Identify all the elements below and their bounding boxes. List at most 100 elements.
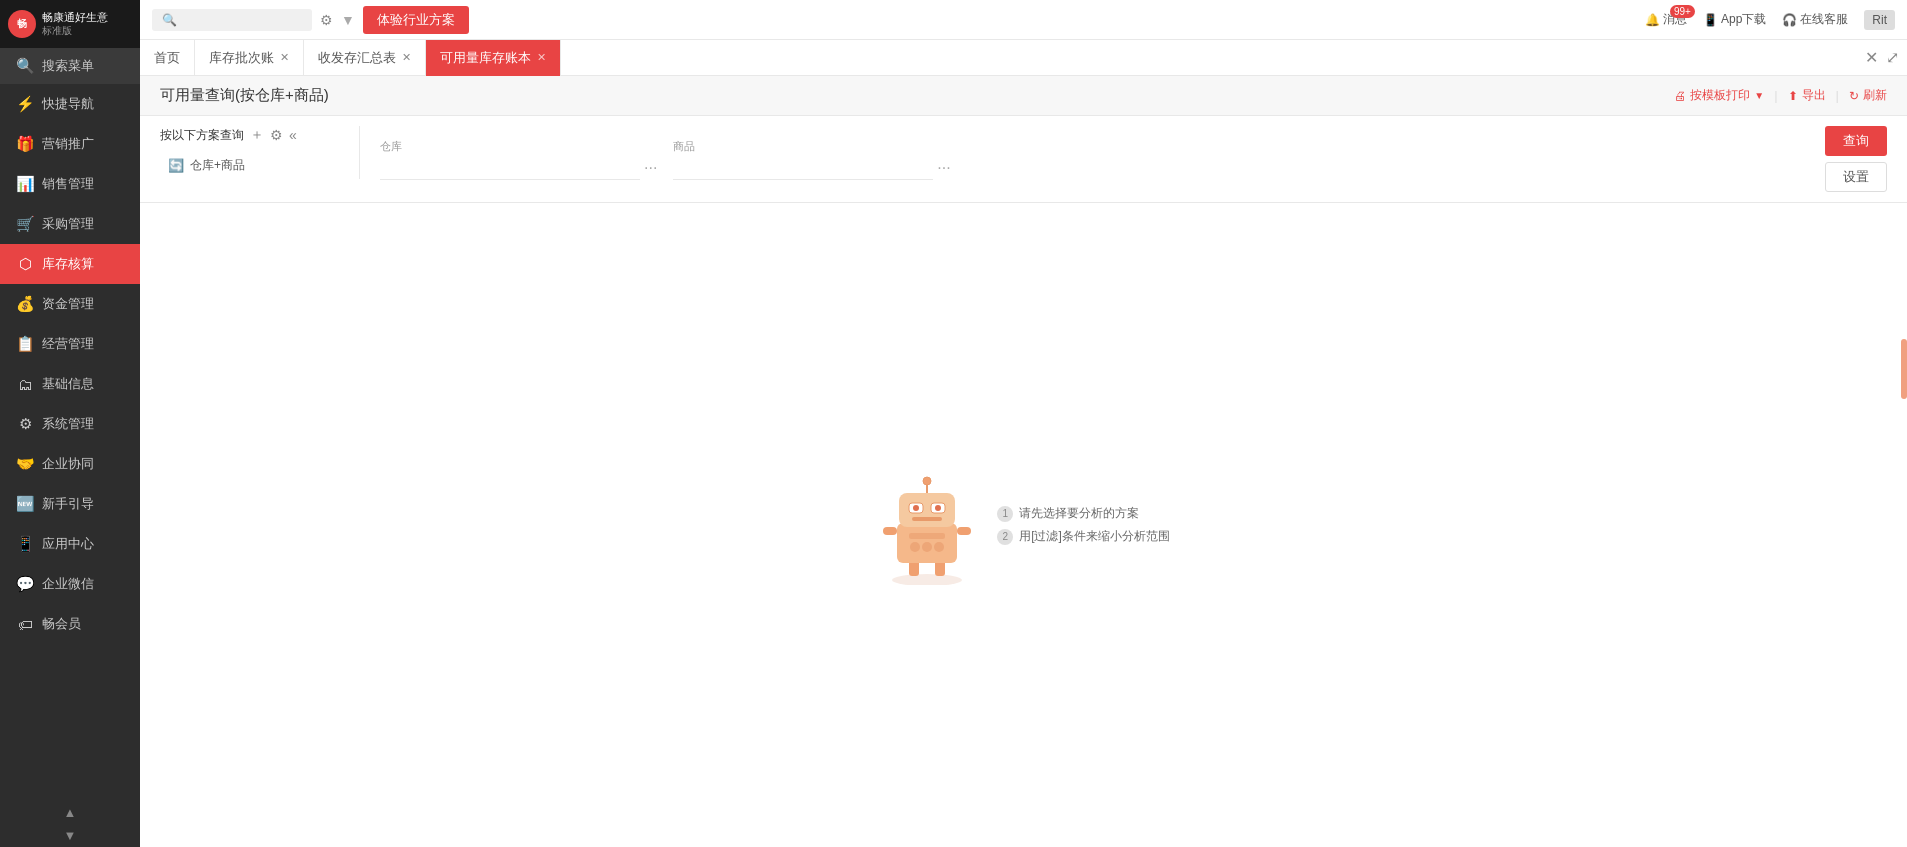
- export-btn[interactable]: ⬆ 导出: [1788, 87, 1826, 104]
- sidebar: 畅 畅康通好生意 标准版 🔍 搜索菜单 ⚡ 快捷导航 🎁 营销推广 📊 销售管理…: [0, 0, 140, 847]
- tab-close-summary[interactable]: ✕: [402, 51, 411, 64]
- sidebar-item-label: 销售管理: [42, 175, 94, 193]
- sidebar-item-sales[interactable]: 📊 销售管理: [0, 164, 140, 204]
- sidebar-item-label: 新手引导: [42, 495, 94, 513]
- filter-scheme-header: 按以下方案查询 ＋ ⚙ «: [160, 126, 343, 144]
- hint-2: 2 用[过滤]条件来缩小分析范围: [997, 528, 1170, 545]
- sidebar-item-basic[interactable]: 🗂 基础信息: [0, 364, 140, 404]
- tab-batch[interactable]: 库存批次账 ✕: [195, 40, 304, 76]
- sidebar-item-member[interactable]: 🏷 畅会员: [0, 604, 140, 644]
- svg-point-17: [934, 542, 944, 552]
- hint-text-2: 用[过滤]条件来缩小分析范围: [1019, 528, 1170, 545]
- filter-action-buttons: 查询 设置: [1815, 126, 1887, 192]
- scheme-label: 仓库+商品: [190, 157, 245, 174]
- empty-state: 1 请先选择要分析的方案 2 用[过滤]条件来缩小分析范围: [877, 475, 1170, 575]
- scheme-header-label: 按以下方案查询: [160, 127, 244, 144]
- scheme-warehouse-product[interactable]: 🔄 仓库+商品: [160, 152, 343, 179]
- sidebar-item-coop[interactable]: 🤝 企业协同: [0, 444, 140, 484]
- main-content: 🔍 ⚙ ▼ 体验行业方案 🔔 消息 99+ 📱 App下载 🎧 在线客服 Rit: [140, 0, 1907, 847]
- hint-1: 1 请先选择要分析的方案: [997, 505, 1170, 522]
- sidebar-item-label: 采购管理: [42, 215, 94, 233]
- tag-icon: 🏷: [16, 616, 34, 633]
- svg-point-0: [892, 574, 962, 585]
- sidebar-item-wechat[interactable]: 💬 企业微信: [0, 564, 140, 604]
- query-btn[interactable]: 查询: [1825, 126, 1887, 156]
- tab-close-available[interactable]: ✕: [537, 51, 546, 64]
- tab-summary[interactable]: 收发存汇总表 ✕: [304, 40, 426, 76]
- cart-icon: 🛒: [16, 215, 34, 233]
- headset-icon: 🎧: [1782, 13, 1797, 27]
- sidebar-logo: 畅: [8, 10, 36, 38]
- collapse-scheme-btn[interactable]: «: [289, 127, 297, 143]
- sidebar-item-finance[interactable]: 💰 资金管理: [0, 284, 140, 324]
- industry-btn[interactable]: 体验行业方案: [363, 6, 469, 34]
- money-icon: 💰: [16, 295, 34, 313]
- tab-available[interactable]: 可用量库存账本 ✕: [426, 40, 561, 76]
- refresh-icon: ↻: [1849, 89, 1859, 103]
- topbar: 🔍 ⚙ ▼ 体验行业方案 🔔 消息 99+ 📱 App下载 🎧 在线客服 Rit: [140, 0, 1907, 40]
- refresh-btn[interactable]: ↻ 刷新: [1849, 87, 1887, 104]
- svg-rect-5: [957, 527, 971, 535]
- user-avatar[interactable]: Rit: [1864, 10, 1895, 30]
- product-input-row: ···: [673, 156, 950, 180]
- printer-icon: 🖨: [1674, 89, 1686, 103]
- sidebar-item-label: 企业协同: [42, 455, 94, 473]
- sidebar-search-item[interactable]: 🔍 搜索菜单: [0, 48, 140, 84]
- add-scheme-btn[interactable]: ＋: [250, 126, 264, 144]
- svg-point-15: [910, 542, 920, 552]
- customer-service-button[interactable]: 🎧 在线客服: [1782, 11, 1848, 28]
- warehouse-picker-btn[interactable]: ···: [644, 159, 657, 177]
- sidebar-item-label: 企业微信: [42, 575, 94, 593]
- filter-left: 按以下方案查询 ＋ ⚙ « 🔄 仓库+商品: [160, 126, 360, 179]
- chat-icon: 💬: [16, 575, 34, 593]
- sidebar-header: 畅 畅康通好生意 标准版: [0, 0, 140, 48]
- inventory-icon: ⬡: [16, 255, 34, 273]
- sidebar-scroll-up[interactable]: ▲: [0, 801, 140, 824]
- right-scrollbar[interactable]: [1901, 339, 1907, 399]
- sidebar-nav: ⚡ 快捷导航 🎁 营销推广 📊 销售管理 🛒 采购管理 ⬡ 库存核算 💰 资金管…: [0, 84, 140, 801]
- gear-icon[interactable]: ⚙: [320, 12, 333, 28]
- warehouse-input[interactable]: [380, 156, 640, 180]
- tab-close-all-button[interactable]: ✕: [1865, 48, 1878, 67]
- svg-rect-14: [909, 533, 945, 539]
- app-download-button[interactable]: 📱 App下载: [1703, 11, 1766, 28]
- product-input[interactable]: [673, 156, 933, 180]
- phone-icon: 📱: [1703, 13, 1718, 27]
- product-picker-btn[interactable]: ···: [937, 159, 950, 177]
- hint-num-1: 1: [997, 506, 1013, 522]
- sidebar-scroll-down[interactable]: ▼: [0, 824, 140, 847]
- tab-close-batch[interactable]: ✕: [280, 51, 289, 64]
- sidebar-item-newbie[interactable]: 🆕 新手引导: [0, 484, 140, 524]
- sidebar-search-label: 搜索菜单: [42, 57, 94, 75]
- tab-expand-button[interactable]: ⤢: [1886, 48, 1899, 67]
- gift-icon: 🎁: [16, 135, 34, 153]
- sidebar-item-operation[interactable]: 📋 经营管理: [0, 324, 140, 364]
- search-icon: 🔍: [16, 57, 34, 75]
- sidebar-item-apps[interactable]: 📱 应用中心: [0, 524, 140, 564]
- sidebar-item-marketing[interactable]: 🎁 营销推广: [0, 124, 140, 164]
- message-button[interactable]: 🔔 消息 99+: [1645, 11, 1687, 28]
- scheme-icon: 🔄: [168, 158, 184, 173]
- topbar-search-box[interactable]: 🔍: [152, 9, 312, 31]
- settings-btn[interactable]: 设置: [1825, 162, 1887, 192]
- sidebar-item-system[interactable]: ⚙ 系统管理: [0, 404, 140, 444]
- sidebar-item-inventory[interactable]: ⬡ 库存核算: [0, 244, 140, 284]
- sidebar-item-label: 营销推广: [42, 135, 94, 153]
- sidebar-item-label: 畅会员: [42, 615, 81, 633]
- tabs-bar: 首页 库存批次账 ✕ 收发存汇总表 ✕ 可用量库存账本 ✕ ✕ ⤢: [140, 40, 1907, 76]
- sidebar-item-label: 系统管理: [42, 415, 94, 433]
- svg-point-13: [923, 477, 931, 485]
- sidebar-item-purchase[interactable]: 🛒 采购管理: [0, 204, 140, 244]
- tab-home[interactable]: 首页: [140, 40, 195, 76]
- edit-scheme-btn[interactable]: ⚙: [270, 127, 283, 143]
- phone-icon: 📱: [16, 535, 34, 553]
- sidebar-item-quick-nav[interactable]: ⚡ 快捷导航: [0, 84, 140, 124]
- bell-icon: 🔔: [1645, 13, 1660, 27]
- page-actions: 🖨 按模板打印 ▼ | ⬆ 导出 | ↻ 刷新: [1674, 87, 1887, 104]
- print-btn[interactable]: 🖨 按模板打印 ▼: [1674, 87, 1764, 104]
- svg-rect-4: [883, 527, 897, 535]
- warehouse-input-row: ···: [380, 156, 657, 180]
- folder-icon: 🗂: [16, 376, 34, 393]
- divider2: |: [1836, 88, 1839, 103]
- filter-area: 按以下方案查询 ＋ ⚙ « 🔄 仓库+商品 仓库 ··· 商品: [140, 116, 1907, 203]
